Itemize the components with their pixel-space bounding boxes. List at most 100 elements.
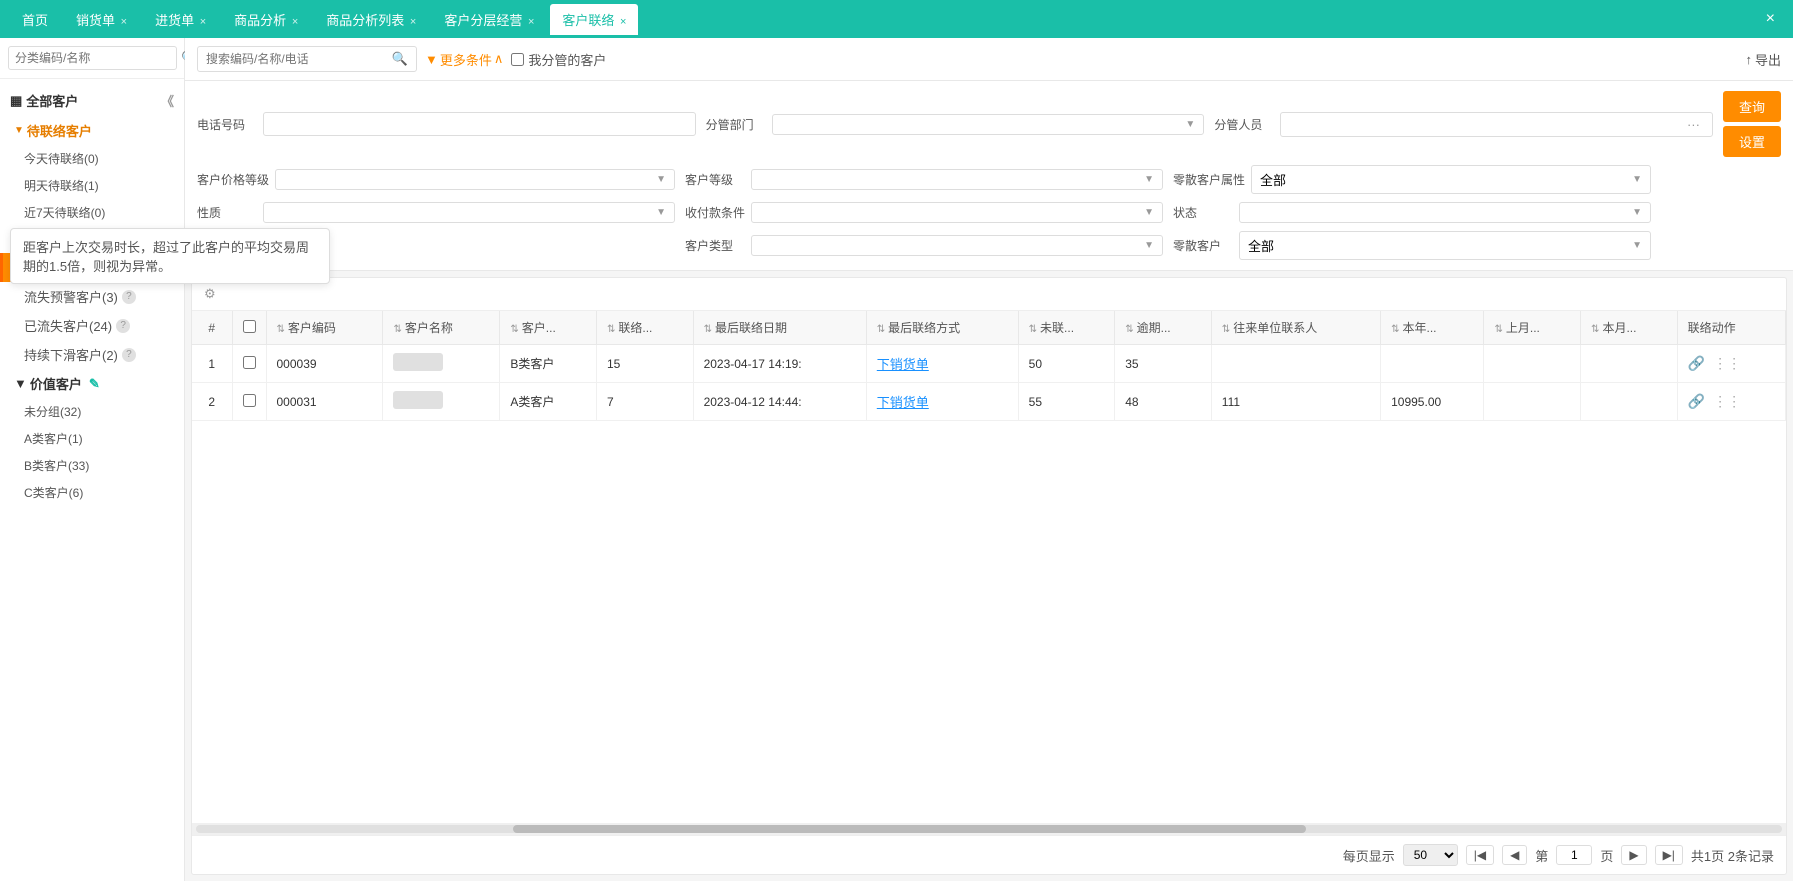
row-checkbox-0[interactable] bbox=[243, 356, 256, 369]
action-icon-menu-0[interactable]: ⋮⋮ bbox=[1713, 355, 1741, 372]
nav-customer-contact-close[interactable]: × bbox=[620, 16, 626, 28]
sidebar-item-a-class[interactable]: A类客户(1) bbox=[0, 425, 184, 452]
manager-dots-icon[interactable]: ··· bbox=[1683, 117, 1704, 132]
select-all-checkbox[interactable] bbox=[243, 320, 256, 333]
sidebar-item-7days[interactable]: 近7天待联络(0) bbox=[0, 199, 184, 226]
payment-select[interactable]: ▼ bbox=[751, 202, 1163, 223]
price-level-select[interactable]: ▼ bbox=[275, 169, 675, 190]
last-way-link-1[interactable]: 下销货单 bbox=[877, 395, 929, 410]
table-row: 1 000039 B类客户 15 2023-04-17 14:19: 下销货单 … bbox=[192, 345, 1786, 383]
col-this-year[interactable]: ⇅本年... bbox=[1381, 311, 1484, 345]
col-overdue[interactable]: ⇅逾期... bbox=[1115, 311, 1212, 345]
nav-purchase-close[interactable]: × bbox=[200, 16, 206, 28]
nature-select[interactable]: ▼ bbox=[263, 202, 675, 223]
filter-status: 状态 ▼ bbox=[1173, 202, 1651, 223]
value-edit-icon[interactable]: ✎ bbox=[89, 376, 100, 392]
sidebar-item-lost[interactable]: 已流失客户(24) ? bbox=[0, 311, 184, 340]
window-close-btn[interactable]: × bbox=[1758, 6, 1783, 32]
prev-page-btn[interactable]: ◀ bbox=[1502, 845, 1527, 865]
nav-sales[interactable]: 销货单 × bbox=[64, 4, 139, 35]
action-icon-link-1[interactable]: 🔗 bbox=[1688, 393, 1705, 410]
cell-name-1 bbox=[383, 383, 500, 421]
more-conditions-arrow: ∧ bbox=[494, 51, 504, 67]
sidebar-item-c-class[interactable]: C类客户(6) bbox=[0, 479, 184, 506]
nav-purchase[interactable]: 进货单 × bbox=[143, 4, 218, 35]
settings-btn[interactable]: 设置 bbox=[1723, 126, 1781, 157]
col-contact-person[interactable]: ⇅往来单位联系人 bbox=[1211, 311, 1380, 345]
cell-this-month-1 bbox=[1581, 383, 1678, 421]
sidebar-search-input[interactable] bbox=[8, 46, 177, 70]
customer-type-select[interactable]: ▼ bbox=[751, 235, 1163, 256]
sidebar-section-pending[interactable]: ▼ 待联络客户 bbox=[0, 116, 184, 145]
export-btn[interactable]: ↑ 导出 bbox=[1745, 50, 1781, 69]
cell-overdue-0: 35 bbox=[1115, 345, 1212, 383]
sort-icon: ⇅ bbox=[277, 324, 285, 335]
table-settings-icon[interactable]: ⚙ bbox=[204, 286, 216, 302]
filter-row-4: ··· 客户类型 ▼ 零散客户 全部 ▼ bbox=[197, 231, 1781, 260]
sidebar-item-b-class[interactable]: B类客户(33) bbox=[0, 452, 184, 479]
more-conditions-btn[interactable]: ▼ 更多条件 ∧ bbox=[425, 50, 503, 69]
nav-product-analysis-list[interactable]: 商品分析列表 × bbox=[314, 4, 428, 35]
query-btn[interactable]: 查询 bbox=[1723, 91, 1781, 122]
action-icon-menu-1[interactable]: ⋮⋮ bbox=[1713, 393, 1741, 410]
retail-attr-select[interactable]: 全部 ▼ bbox=[1251, 165, 1651, 194]
col-actions: 联络动作 bbox=[1677, 311, 1785, 345]
row-checkbox-1[interactable] bbox=[243, 394, 256, 407]
filter-row-3: 性质 ▼ 收付款条件 ▼ 状态 bbox=[197, 202, 1781, 223]
filter-department: 分管部门 ▼ bbox=[706, 114, 1205, 135]
nav-product-analysis-list-close[interactable]: × bbox=[410, 16, 416, 28]
customer-level-dropdown-icon: ▼ bbox=[1144, 174, 1154, 185]
action-icon-link-0[interactable]: 🔗 bbox=[1688, 355, 1705, 372]
filter-search-input[interactable] bbox=[206, 52, 392, 66]
nav-home[interactable]: 首页 bbox=[10, 4, 60, 35]
col-uncontacted[interactable]: ⇅未联... bbox=[1018, 311, 1115, 345]
nav-customer-segment-close[interactable]: × bbox=[528, 16, 534, 28]
sidebar-item-loss-warning[interactable]: 流失预警客户(3) ? bbox=[0, 282, 184, 311]
nav-product-analysis[interactable]: 商品分析 × bbox=[222, 4, 310, 35]
cell-last-month-0 bbox=[1484, 345, 1581, 383]
sidebar-all-customers[interactable]: ▦ 全部客户 《 bbox=[0, 85, 184, 116]
col-code[interactable]: ⇅客户编码 bbox=[266, 311, 383, 345]
cell-contact-person-0 bbox=[1211, 345, 1380, 383]
last-page-btn[interactable]: ▶| bbox=[1655, 845, 1683, 865]
first-page-btn[interactable]: |◀ bbox=[1466, 845, 1494, 865]
retail-customer-select[interactable]: 全部 ▼ bbox=[1239, 231, 1651, 260]
pending-arrow-icon: ▼ bbox=[14, 125, 24, 136]
my-customers-checkbox[interactable] bbox=[511, 53, 524, 66]
nav-product-analysis-close[interactable]: × bbox=[292, 16, 298, 28]
cell-actions-0: 🔗 ⋮⋮ bbox=[1677, 345, 1785, 383]
cell-code-0: 000039 bbox=[266, 345, 383, 383]
next-page-btn[interactable]: ▶ bbox=[1621, 845, 1646, 865]
col-type[interactable]: ⇅客户... bbox=[500, 311, 597, 345]
col-contact-count[interactable]: ⇅联络... bbox=[596, 311, 693, 345]
last-way-link-0[interactable]: 下销货单 bbox=[877, 357, 929, 372]
nav-customer-segment[interactable]: 客户分层经营 × bbox=[432, 4, 546, 35]
current-page-input[interactable] bbox=[1556, 845, 1592, 865]
cell-code-1: 000031 bbox=[266, 383, 383, 421]
phone-input[interactable] bbox=[263, 112, 696, 136]
col-this-month[interactable]: ⇅本月... bbox=[1581, 311, 1678, 345]
sidebar-item-tomorrow[interactable]: 明天待联络(1) bbox=[0, 172, 184, 199]
department-select[interactable]: ▼ bbox=[772, 114, 1205, 135]
sidebar-item-declining[interactable]: 持续下滑客户(2) ? bbox=[0, 340, 184, 369]
sidebar-item-today[interactable]: 今天待联络(0) bbox=[0, 145, 184, 172]
sort-icon-9: ⇅ bbox=[1222, 324, 1230, 335]
horizontal-scrollbar[interactable] bbox=[192, 823, 1786, 835]
sidebar-collapse-btn[interactable]: 《 bbox=[161, 91, 174, 110]
page-size-select[interactable]: 50 100 200 bbox=[1403, 844, 1458, 866]
nav-customer-contact[interactable]: 客户联络 × bbox=[550, 4, 638, 35]
col-last-contact-date[interactable]: ⇅最后联络日期 bbox=[693, 311, 866, 345]
filter-search-icon[interactable]: 🔍 bbox=[392, 51, 408, 67]
col-last-contact-way[interactable]: ⇅最后联络方式 bbox=[866, 311, 1018, 345]
sidebar-section-value[interactable]: ▼ 价值客户 ✎ bbox=[0, 369, 184, 398]
col-name[interactable]: ⇅客户名称 bbox=[383, 311, 500, 345]
col-last-month[interactable]: ⇅上月... bbox=[1484, 311, 1581, 345]
filter-row-1: 电话号码 分管部门 ▼ 分管人员 ··· bbox=[197, 91, 1781, 157]
sidebar-item-ungrouped[interactable]: 未分组(32) bbox=[0, 398, 184, 425]
manager-input[interactable]: ··· bbox=[1280, 112, 1713, 137]
filter-top-bar: 🔍 ▼ 更多条件 ∧ 我分管的客户 ↑ 导出 bbox=[185, 38, 1793, 81]
cell-overdue-1: 48 bbox=[1115, 383, 1212, 421]
customer-level-select[interactable]: ▼ bbox=[751, 169, 1163, 190]
status-select[interactable]: ▼ bbox=[1239, 202, 1651, 223]
nav-sales-close[interactable]: × bbox=[121, 16, 127, 28]
